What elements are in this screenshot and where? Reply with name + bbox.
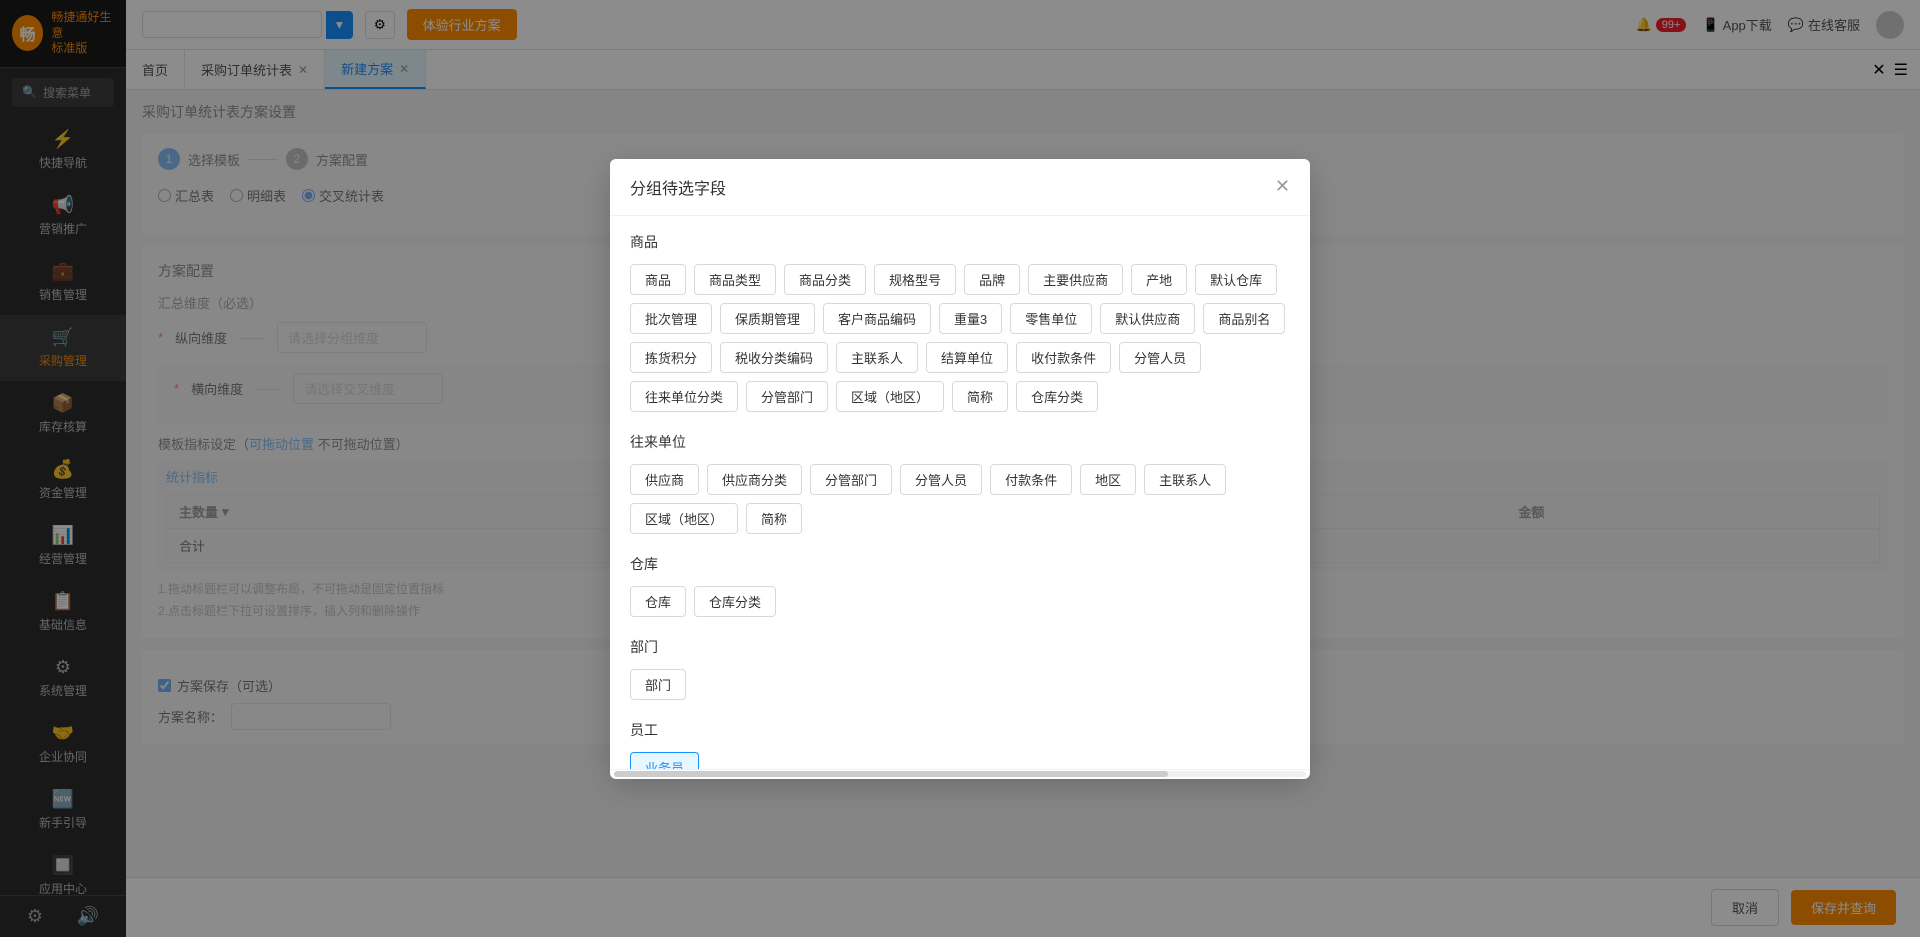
field-tag-partner-7[interactable]: 区域（地区） [630, 503, 738, 534]
field-tag-product-20[interactable]: 分管人员 [1119, 342, 1201, 373]
field-tag-staff-0[interactable]: 业务员 [630, 752, 699, 770]
field-tag-product-4[interactable]: 品牌 [964, 264, 1020, 295]
field-tag-partner-4[interactable]: 付款条件 [990, 464, 1072, 495]
field-tag-partner-2[interactable]: 分管部门 [810, 464, 892, 495]
field-tag-product-23[interactable]: 区域（地区） [836, 381, 944, 412]
field-group-warehouse-title: 仓库 [630, 554, 1290, 574]
field-tag-product-10[interactable]: 客户商品编码 [823, 303, 931, 334]
field-tag-product-8[interactable]: 批次管理 [630, 303, 712, 334]
field-tag-product-6[interactable]: 产地 [1131, 264, 1187, 295]
field-tag-product-18[interactable]: 结算单位 [926, 342, 1008, 373]
field-tag-department-0[interactable]: 部门 [630, 669, 686, 700]
field-tag-product-0[interactable]: 商品 [630, 264, 686, 295]
field-tag-product-17[interactable]: 主联系人 [836, 342, 918, 373]
field-tag-product-19[interactable]: 收付款条件 [1016, 342, 1111, 373]
field-tag-product-14[interactable]: 商品别名 [1203, 303, 1285, 334]
field-tag-product-25[interactable]: 仓库分类 [1016, 381, 1098, 412]
modal-title: 分组待选字段 [630, 175, 726, 199]
field-tags-department: 部门 [630, 669, 1290, 700]
field-tag-product-7[interactable]: 默认仓库 [1195, 264, 1277, 295]
field-tag-product-22[interactable]: 分管部门 [746, 381, 828, 412]
field-tag-partner-0[interactable]: 供应商 [630, 464, 699, 495]
field-group-partner-title: 往来单位 [630, 432, 1290, 452]
field-group-department-title: 部门 [630, 637, 1290, 657]
field-tag-product-24[interactable]: 简称 [952, 381, 1008, 412]
field-group-partner: 往来单位 供应商 供应商分类 分管部门 分管人员 付款条件 地区 主联系人 区域… [630, 432, 1290, 534]
field-tag-product-11[interactable]: 重量3 [939, 303, 1002, 334]
modal-close-button[interactable]: ✕ [1275, 176, 1290, 197]
field-tag-product-9[interactable]: 保质期管理 [720, 303, 815, 334]
modal-header: 分组待选字段 ✕ [610, 159, 1310, 216]
field-tag-warehouse-1[interactable]: 仓库分类 [694, 586, 776, 617]
field-tag-product-2[interactable]: 商品分类 [784, 264, 866, 295]
field-tag-product-3[interactable]: 规格型号 [874, 264, 956, 295]
field-tag-product-15[interactable]: 拣货积分 [630, 342, 712, 373]
field-tag-product-12[interactable]: 零售单位 [1010, 303, 1092, 334]
field-tag-product-13[interactable]: 默认供应商 [1100, 303, 1195, 334]
field-tag-warehouse-0[interactable]: 仓库 [630, 586, 686, 617]
field-tag-partner-5[interactable]: 地区 [1080, 464, 1136, 495]
field-tag-product-1[interactable]: 商品类型 [694, 264, 776, 295]
field-tag-partner-6[interactable]: 主联系人 [1144, 464, 1226, 495]
hscroll-thumb[interactable] [614, 771, 1168, 777]
modal-dialog: 分组待选字段 ✕ 商品 商品 商品类型 商品分类 规格型号 品牌 主要供应商 产… [610, 159, 1310, 779]
field-group-staff-title: 员工 [630, 720, 1290, 740]
field-tags-product: 商品 商品类型 商品分类 规格型号 品牌 主要供应商 产地 默认仓库 批次管理 … [630, 264, 1290, 412]
field-group-staff: 员工 业务员 [630, 720, 1290, 770]
modal-overlay: 分组待选字段 ✕ 商品 商品 商品类型 商品分类 规格型号 品牌 主要供应商 产… [0, 0, 1920, 937]
field-tag-partner-1[interactable]: 供应商分类 [707, 464, 802, 495]
field-tag-product-5[interactable]: 主要供应商 [1028, 264, 1123, 295]
field-tag-product-16[interactable]: 税收分类编码 [720, 342, 828, 373]
field-tag-partner-3[interactable]: 分管人员 [900, 464, 982, 495]
field-tag-product-21[interactable]: 往来单位分类 [630, 381, 738, 412]
field-tags-warehouse: 仓库 仓库分类 [630, 586, 1290, 617]
field-group-product: 商品 商品 商品类型 商品分类 规格型号 品牌 主要供应商 产地 默认仓库 批次… [630, 232, 1290, 412]
field-group-department: 部门 部门 [630, 637, 1290, 700]
field-group-warehouse: 仓库 仓库 仓库分类 [630, 554, 1290, 617]
modal-body: 商品 商品 商品类型 商品分类 规格型号 品牌 主要供应商 产地 默认仓库 批次… [610, 216, 1310, 770]
field-group-product-title: 商品 [630, 232, 1290, 252]
modal-hscroll[interactable] [610, 769, 1310, 778]
field-tags-partner: 供应商 供应商分类 分管部门 分管人员 付款条件 地区 主联系人 区域（地区） … [630, 464, 1290, 534]
hscroll-track [614, 771, 1306, 777]
field-tag-partner-8[interactable]: 简称 [746, 503, 802, 534]
field-tags-staff: 业务员 [630, 752, 1290, 770]
